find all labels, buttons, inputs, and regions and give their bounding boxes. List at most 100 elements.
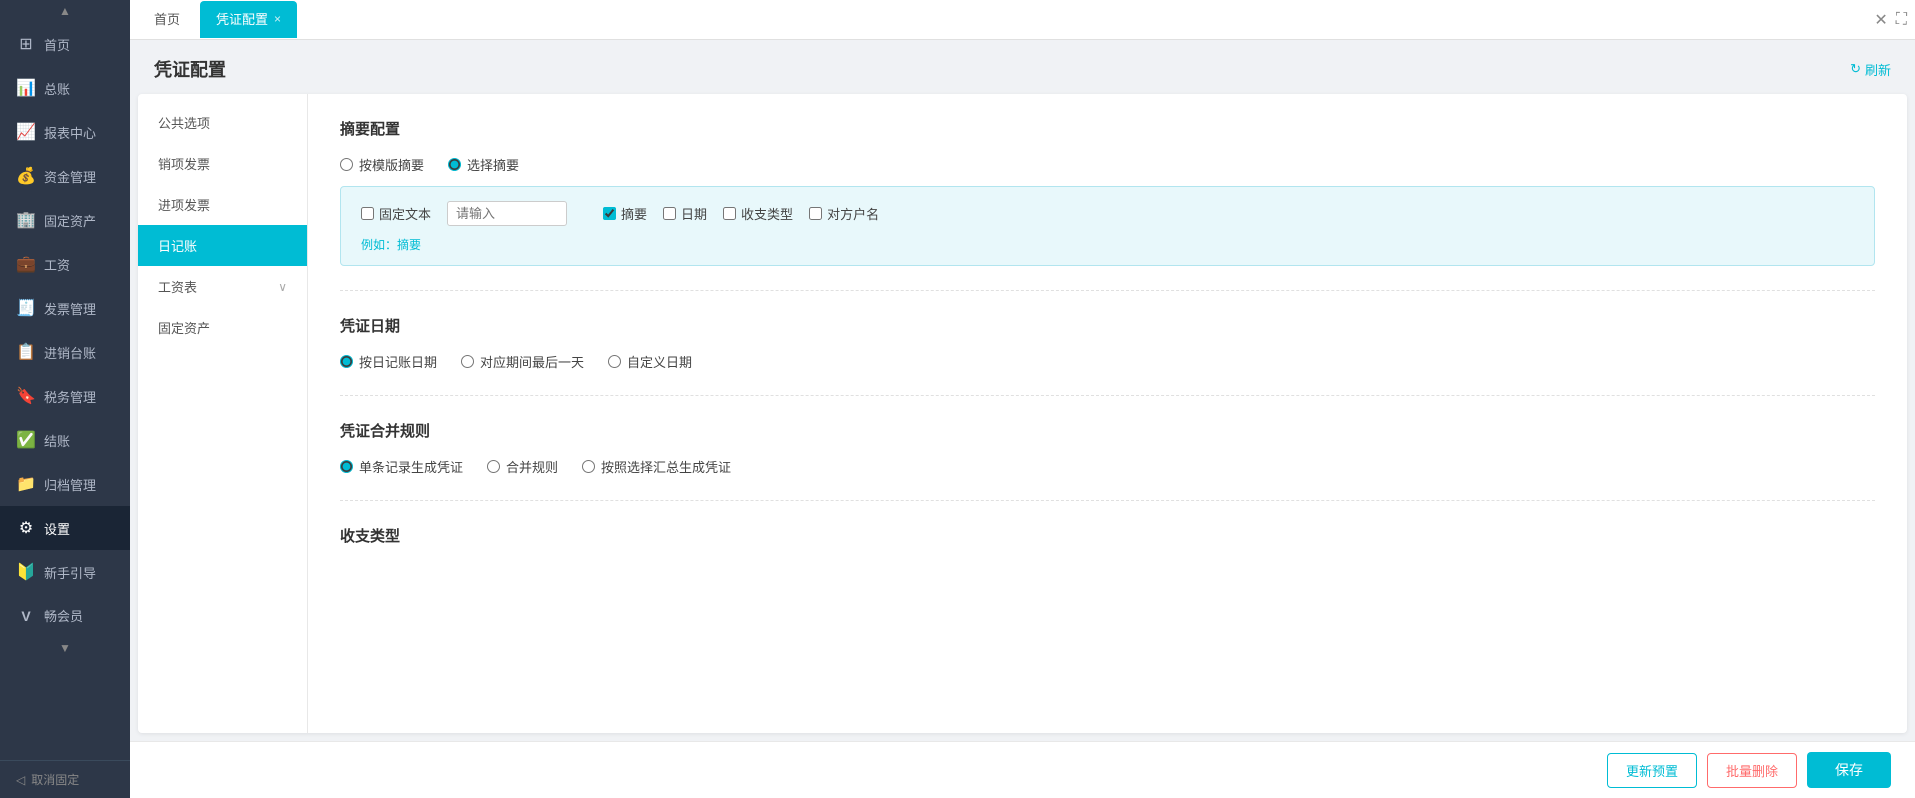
merge-rules-radio[interactable] [487,460,500,473]
voucher-merge-section: 凭证合并规则 单条记录生成凭证 合并规则 按照选择汇总生成凭证 [340,420,1875,501]
counterpart-name-checkbox-option[interactable]: 对方户名 [809,204,879,223]
income-type-checkbox[interactable] [723,207,736,220]
fixed-text-checkbox[interactable] [361,207,374,220]
sidebar-item-invoice-management[interactable]: 🧾 发票管理 [0,286,130,330]
sidebar-item-general-ledger[interactable]: 📊 总账 [0,66,130,110]
tab-close-button[interactable]: × [274,12,281,26]
tax-icon: 🔖 [16,386,36,406]
voucher-merge-radio-group: 单条记录生成凭证 合并规则 按照选择汇总生成凭证 [340,457,1875,476]
cancel-pin-button[interactable]: ◁ 取消固定 [0,760,130,798]
select-mode-option[interactable]: 选择摘要 [448,155,519,174]
income-type-title: 收支类型 [340,525,1875,546]
bottom-action-bar: 更新预置 批量删除 保存 [130,741,1915,798]
left-nav-journal[interactable]: 日记账 [138,225,307,266]
merge-rules-option[interactable]: 合并规则 [487,457,558,476]
pin-icon: ◁ [16,773,25,787]
sidebar-item-settings[interactable]: ⚙ 设置 [0,506,130,550]
summary-example-text: 例如：摘要 [361,236,1854,253]
vip-icon: V [16,608,36,624]
sidebar-item-payroll[interactable]: 💼 工资 [0,242,130,286]
settings-icon: ⚙ [16,518,36,538]
invoice-icon: 🧾 [16,298,36,318]
summary-checkbox-option[interactable]: 摘要 [603,204,647,223]
payroll-icon: 💼 [16,254,36,274]
voucher-date-radio-group: 按日记账日期 对应期间最后一天 自定义日期 [340,352,1875,371]
left-nav-fixed-assets[interactable]: 固定资产 [138,307,307,348]
sidebar-scroll-up[interactable]: ▲ [0,0,130,22]
voucher-merge-title: 凭证合并规则 [340,420,1875,441]
batch-delete-button[interactable]: 批量删除 [1707,753,1797,788]
summary-mode-radio-group: 按模版摘要 选择摘要 [340,155,1875,174]
summary-checkbox[interactable] [603,207,616,220]
sidebar-item-tax-management[interactable]: 🔖 税务管理 [0,374,130,418]
guide-icon: 🔰 [16,562,36,582]
summary-config-section: 摘要配置 按模版摘要 选择摘要 固定文本 [340,118,1875,291]
income-type-section: 收支类型 [340,525,1875,586]
income-type-checkbox-option[interactable]: 收支类型 [723,204,793,223]
sidebar: ▲ ⊞ 首页 📊 总账 📈 报表中心 💰 资金管理 🏢 固定资产 💼 工资 🧾 … [0,0,130,798]
sidebar-item-report-center[interactable]: 📈 报表中心 [0,110,130,154]
left-nav-purchase-invoice[interactable]: 进项发票 [138,184,307,225]
page-header: 凭证配置 ↻ 刷新 [130,40,1915,94]
summary-config-title: 摘要配置 [340,118,1875,139]
sidebar-item-fixed-assets[interactable]: 🏢 固定资产 [0,198,130,242]
left-nav-sales-invoice[interactable]: 销项发票 [138,143,307,184]
content-area: 公共选项 销项发票 进项发票 日记账 工资表 ∨ 固定资产 摘要配置 [138,94,1907,733]
single-record-option[interactable]: 单条记录生成凭证 [340,457,463,476]
assets-icon: 🏢 [16,210,36,230]
chevron-down-icon: ∨ [278,280,287,294]
tab-home[interactable]: 首页 [138,1,196,38]
by-due-date-radio[interactable] [461,355,474,368]
sidebar-item-home[interactable]: ⊞ 首页 [0,22,130,66]
ledger-icon: 📊 [16,78,36,98]
minimize-button[interactable]: ✕ [1874,10,1887,30]
fixed-text-input[interactable] [447,201,567,226]
sidebar-item-vip[interactable]: V 畅会员 [0,594,130,637]
counterpart-name-checkbox[interactable] [809,207,822,220]
custom-date-radio[interactable] [608,355,621,368]
tab-actions: ✕ ⛶ [1874,10,1907,30]
sidebar-item-archive[interactable]: 📁 归档管理 [0,462,130,506]
left-nav: 公共选项 销项发票 进项发票 日记账 工资表 ∨ 固定资产 [138,94,308,733]
sidebar-item-fund-management[interactable]: 💰 资金管理 [0,154,130,198]
sidebar-item-guide[interactable]: 🔰 新手引导 [0,550,130,594]
tab-voucher-config[interactable]: 凭证配置 × [200,1,297,38]
purchase-icon: 📋 [16,342,36,362]
template-mode-option[interactable]: 按模版摘要 [340,155,424,174]
date-checkbox-option[interactable]: 日期 [663,204,707,223]
fixed-text-checkbox-option[interactable]: 固定文本 [361,204,431,223]
settlement-icon: ✅ [16,430,36,450]
page-title: 凭证配置 [154,56,226,82]
left-nav-public-options[interactable]: 公共选项 [138,102,307,143]
by-journal-date-option[interactable]: 按日记账日期 [340,352,437,371]
home-icon: ⊞ [16,34,36,54]
sidebar-item-purchase-sales[interactable]: 📋 进销台账 [0,330,130,374]
summary-config-box: 固定文本 摘要 日期 收支类型 [340,186,1875,266]
summary-checkbox-row: 固定文本 摘要 日期 收支类型 [361,201,1854,226]
update-preview-button[interactable]: 更新预置 [1607,753,1697,788]
fund-icon: 💰 [16,166,36,186]
date-checkbox[interactable] [663,207,676,220]
left-nav-payroll-table[interactable]: 工资表 ∨ [138,266,307,307]
right-content: 摘要配置 按模版摘要 选择摘要 固定文本 [308,94,1907,733]
sidebar-scroll-down[interactable]: ▼ [0,637,130,659]
sidebar-item-settlement[interactable]: ✅ 结账 [0,418,130,462]
maximize-button[interactable]: ⛶ [1896,10,1907,30]
archive-icon: 📁 [16,474,36,494]
report-icon: 📈 [16,122,36,142]
tab-bar: 首页 凭证配置 × ✕ ⛶ [130,0,1915,40]
voucher-date-title: 凭证日期 [340,315,1875,336]
refresh-button[interactable]: ↻ 刷新 [1850,60,1891,79]
template-mode-radio[interactable] [340,158,353,171]
by-selection-summary-radio[interactable] [582,460,595,473]
by-selection-summary-option[interactable]: 按照选择汇总生成凭证 [582,457,731,476]
refresh-icon: ↻ [1850,61,1861,77]
by-due-date-option[interactable]: 对应期间最后一天 [461,352,584,371]
select-mode-radio[interactable] [448,158,461,171]
main-area: 首页 凭证配置 × ✕ ⛶ 凭证配置 ↻ 刷新 公共选项 销项发票 进 [130,0,1915,798]
single-record-radio[interactable] [340,460,353,473]
by-journal-date-radio[interactable] [340,355,353,368]
voucher-date-section: 凭证日期 按日记账日期 对应期间最后一天 自定义日期 [340,315,1875,396]
custom-date-option[interactable]: 自定义日期 [608,352,692,371]
save-button[interactable]: 保存 [1807,752,1891,788]
